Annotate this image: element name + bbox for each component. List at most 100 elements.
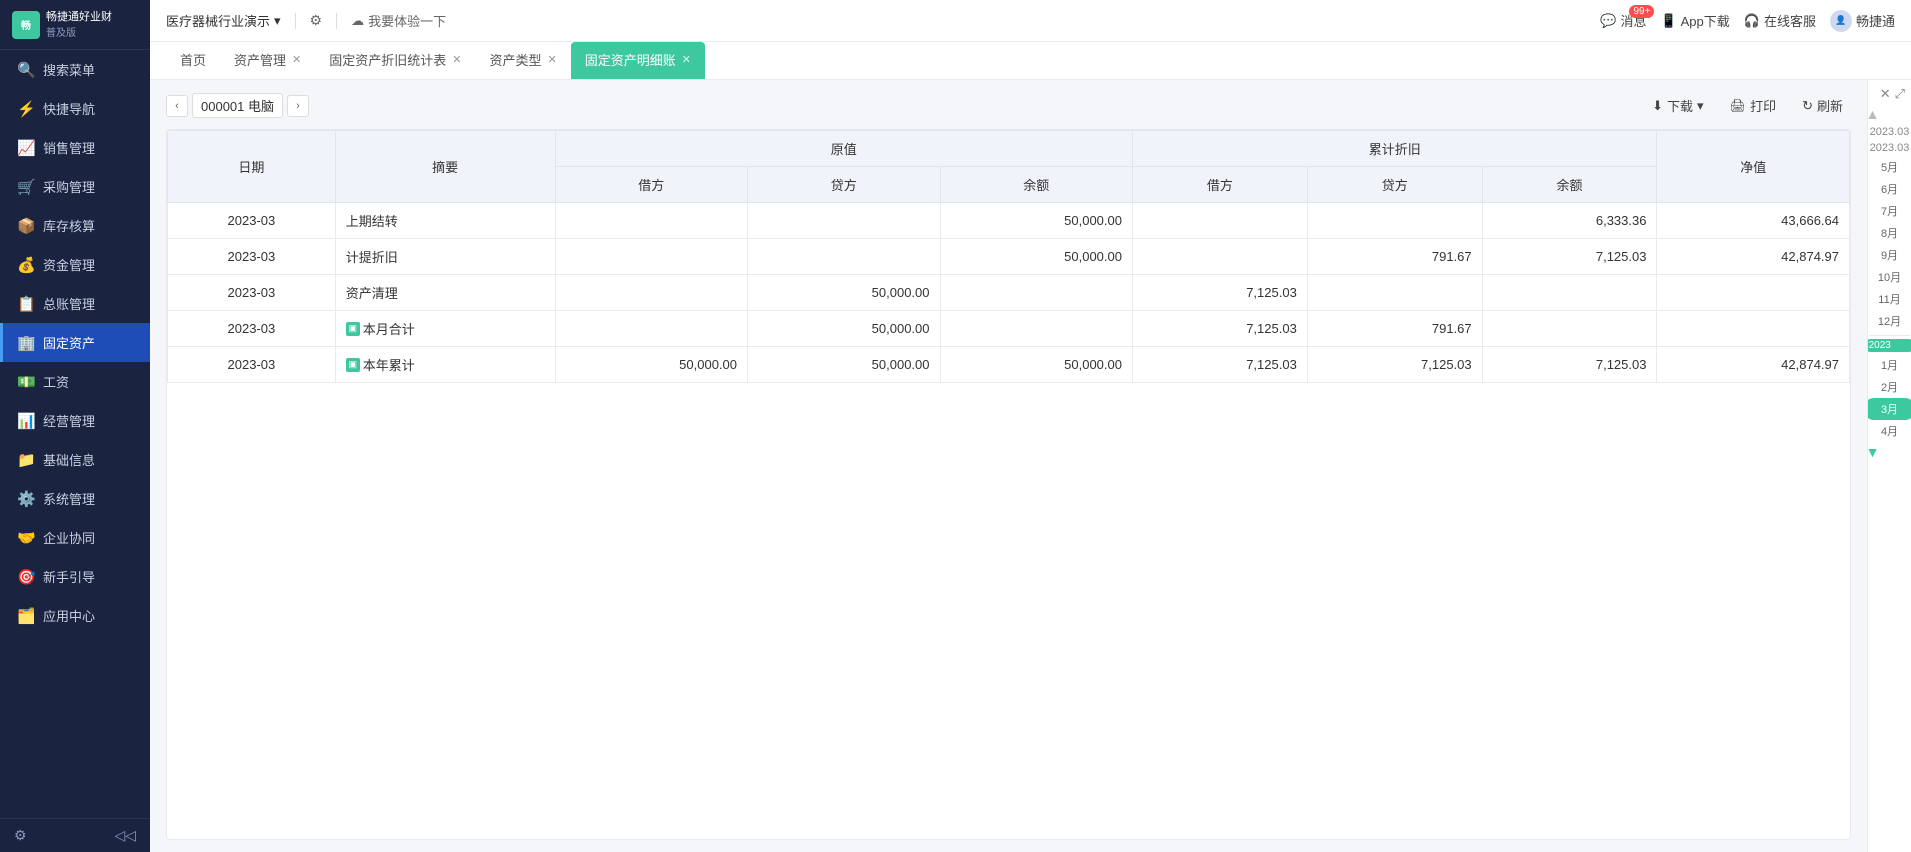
td-net-value [1657,311,1850,347]
asset-next-btn[interactable]: › [287,95,309,117]
tab-资产类型[interactable]: 资产类型✕ [475,42,570,79]
sidebar-item-label: 资金管理 [43,255,95,274]
asset-prev-btn[interactable]: ‹ [166,95,188,117]
app-download-btn[interactable]: 📱 App下载 [1660,11,1729,30]
month-item-below[interactable]: 2月 [1867,376,1911,398]
user-menu[interactable]: 👤 畅捷通 [1830,10,1895,32]
sidebar-item-经营管理[interactable]: 📊 经营管理 [0,401,150,440]
month-item-above[interactable]: 11月 [1867,288,1911,310]
sidebar-item-label: 应用中心 [43,606,95,625]
sidebar-item-新手引导[interactable]: 🎯新手引导 [0,557,150,596]
tab-固定资产折旧统计表[interactable]: 固定资产折旧统计表✕ [315,42,475,79]
sidebar-item-快捷导航[interactable]: ⚡快捷导航 [0,89,150,128]
download-icon: 📱 [1660,13,1676,29]
refresh-btn[interactable]: ↻ 刷新 [1794,92,1851,119]
month-item-above[interactable]: 7月 [1867,200,1911,222]
sidebar-item-销售管理[interactable]: 📈销售管理 [0,128,150,167]
td-net-value: 42,874.97 [1657,347,1850,383]
tab-固定资产明细账[interactable]: 固定资产明细账✕ [571,42,705,79]
tab-close-icon[interactable]: ✕ [548,53,557,66]
td-depr-credit [1307,275,1482,311]
th-depr-debit: 借方 [1132,167,1307,203]
table-wrap: 日期 摘要 原值 累计折旧 净值 借方 贷方 余额 借方 贷方 余额 [166,129,1851,840]
td-net-value: 43,666.64 [1657,203,1850,239]
year-label-above: 2023.03 [1867,124,1911,140]
tab-首页[interactable]: 首页 [166,42,220,79]
sidebar-item-label: 经营管理 [43,411,95,430]
sidebar-icon: 🔍 [17,61,35,79]
download-label: 下载 [1667,96,1693,115]
tab-close-icon[interactable]: ✕ [452,53,461,66]
fixed-asset-detail-table: 日期 摘要 原值 累计折旧 净值 借方 贷方 余额 借方 贷方 余额 [167,130,1850,383]
td-orig-balance [940,275,1132,311]
sidebar-icon: 📈 [17,139,35,157]
topbar-divider-2 [336,13,337,29]
table-row: 2023-03 资产清理 50,000.00 7,125.03 [168,275,1850,311]
td-depr-credit: 791.67 [1307,239,1482,275]
td-depr-credit [1307,203,1482,239]
scroll-down-icon[interactable]: ▼ [1867,442,1911,462]
sidebar-item-搜索菜单[interactable]: 🔍搜索菜单 [0,50,150,89]
td-orig-balance: 50,000.00 [940,239,1132,275]
download-btn[interactable]: ⬇ 下载 ▾ [1644,92,1711,119]
tab-close-icon[interactable]: ✕ [292,53,301,66]
month-item-above[interactable]: 8月 [1867,222,1911,244]
td-summary: 计提折旧 [335,239,555,275]
month-item-below[interactable]: 1月 [1867,354,1911,376]
sidebar-item-label: 系统管理 [43,489,95,508]
settings-icon[interactable]: ⚙ [14,827,27,844]
sidebar-item-资金管理[interactable]: 💰 资金管理 [0,245,150,284]
sidebar-icon: 💰 [17,256,35,274]
close-icon[interactable]: ✕ [1880,86,1891,102]
sidebar-icon: 🎯 [17,568,35,586]
tab-资产管理[interactable]: 资产管理 ✕ [220,42,315,79]
td-depr-debit: 7,125.03 [1132,347,1307,383]
scroll-up-icon[interactable]: ▲ [1867,104,1911,124]
sidebar-icon: 📊 [17,412,35,430]
current-year-badge: 2023 [1867,339,1911,352]
customer-service-btn[interactable]: 🎧 在线客服 [1744,11,1816,30]
sidebar-item-工资[interactable]: 💵工资 [0,362,150,401]
topbar-right: 💬 消息 99+ 📱 App下载 🎧 在线客服 👤 畅捷通 [1600,10,1895,32]
collapse-icon[interactable]: ◁◁ [114,827,136,844]
month-item-above[interactable]: 5月 [1867,156,1911,178]
sidebar-icon: ⚙️ [17,490,35,508]
td-depr-debit [1132,239,1307,275]
month-item-above[interactable]: 9月 [1867,244,1911,266]
sidebar-item-系统管理[interactable]: ⚙️ 系统管理 [0,479,150,518]
settings-gear-icon[interactable]: ⚙ [310,12,323,29]
td-orig-credit: 50,000.00 [748,347,940,383]
table-row: 2023-03 计提折旧 50,000.00 791.67 7,125.03 4… [168,239,1850,275]
tabbar: 首页资产管理✕固定资产折旧统计表✕资产类型✕固定资产明细账✕ [150,42,1911,80]
month-item-above[interactable]: 12月 [1867,310,1911,332]
month-item-below[interactable]: 4月 [1867,420,1911,442]
sidebar-item-总账管理[interactable]: 📋总账管理 [0,284,150,323]
asset-label: 000001 电脑 [192,93,283,118]
td-date: 2023-03 [168,203,336,239]
sidebar-item-应用中心[interactable]: 🗂️应用中心 [0,596,150,635]
print-btn[interactable]: 🖨 打印 [1722,92,1785,119]
messages-badge: 99+ [1629,5,1654,18]
company-selector[interactable]: 医疗器械行业演示 ▾ [166,11,281,30]
sidebar-item-采购管理[interactable]: 🛒采购管理 [0,167,150,206]
month-item-below[interactable]: 3月 [1867,398,1911,420]
headset-icon: 🎧 [1744,13,1760,29]
app-edition: 普及版 [46,24,112,39]
toolbar-actions: ⬇ 下载 ▾ 🖨 打印 ↻ 刷新 [1644,92,1851,119]
sidebar-item-基础信息[interactable]: 📁基础信息 [0,440,150,479]
expand-icon[interactable]: ⤢ [1895,86,1905,102]
asset-navigator: ‹ 000001 电脑 › [166,93,309,118]
experience-btn[interactable]: ☁ 我要体验一下 [351,11,446,30]
th-net-value: 净值 [1657,131,1850,203]
username: 畅捷通 [1856,11,1895,30]
month-navigator: ▲2023.032023.035月6月7月8月9月10月11月12月20231月… [1867,104,1911,462]
messages-btn[interactable]: 💬 消息 99+ [1600,11,1646,30]
month-item-above[interactable]: 6月 [1867,178,1911,200]
tab-label: 资产管理 [234,50,286,69]
sidebar-item-固定资产[interactable]: 🏢固定资产 [0,323,150,362]
tab-close-icon[interactable]: ✕ [682,53,691,66]
sidebar-item-库存核算[interactable]: 📦库存核算 [0,206,150,245]
sidebar-nav: 🔍搜索菜单⚡快捷导航📈销售管理🛒采购管理📦库存核算 💰 资金管理 📋总账管理🏢固定资产… [0,50,150,818]
sidebar-item-企业协同[interactable]: 🤝企业协同 [0,518,150,557]
month-item-above[interactable]: 10月 [1867,266,1911,288]
